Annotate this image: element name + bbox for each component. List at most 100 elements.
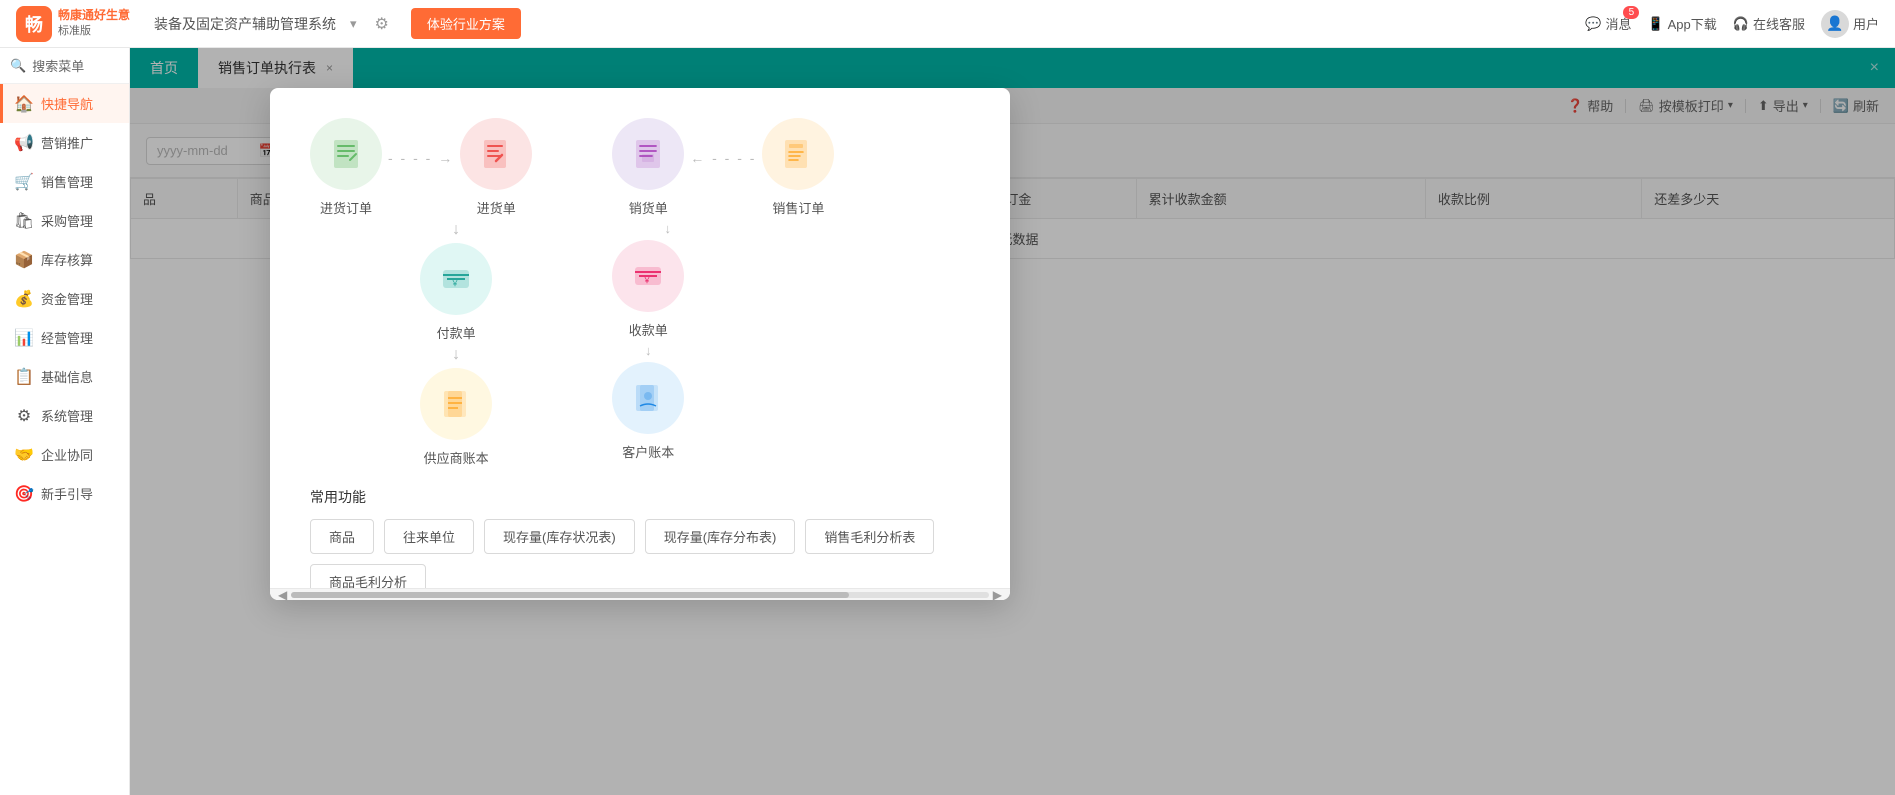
receipt-icon: ￥ [630, 258, 666, 294]
purchase-bill-circle [460, 118, 532, 190]
customer-account-circle [612, 362, 684, 434]
flow-row-2: 销货单 ← - - - - [612, 118, 834, 217]
purchase-icon: 🛍 [15, 212, 33, 230]
main-area: 🔍 搜索菜单 🏠 快捷导航 📢 营销推广 🛒 销售管理 🛍 采购管理 📦 [0, 48, 1895, 795]
sidebar-item-operation[interactable]: 📊 经营管理 [0, 318, 129, 357]
node-purchase-order[interactable]: 进货订单 [310, 118, 382, 217]
func-btn-product[interactable]: 商品 [310, 519, 374, 554]
popup-scrollbar[interactable]: ◀ ▶ [270, 588, 1010, 600]
sidebar: 🔍 搜索菜单 🏠 快捷导航 📢 营销推广 🛒 销售管理 🛍 采购管理 📦 [0, 48, 130, 795]
sidebar-search[interactable]: 🔍 搜索菜单 [0, 48, 129, 84]
purchase-order-label: 进货订单 [320, 198, 372, 217]
sidebar-item-label-newcomer: 新手引导 [41, 484, 93, 503]
operation-icon: 📊 [15, 329, 33, 347]
system-title: 装备及固定资产辅助管理系统 [154, 14, 336, 34]
dropdown-arrow-icon[interactable]: ▾ [350, 16, 357, 32]
sales-bill-icon [630, 136, 666, 172]
scrollbar-track[interactable] [291, 592, 989, 598]
payment-bill-circle: ￥ [420, 243, 492, 315]
sidebar-item-quick-nav[interactable]: 🏠 快捷导航 [0, 84, 129, 123]
online-service-label: 在线客服 [1753, 14, 1805, 33]
flow-diagram: 进货订单 - - - - → [310, 118, 970, 467]
app-container: 畅 畅康通好生意 标准版 装备及固定资产辅助管理系统 ▾ ⚙ 体验行业方案 💬 … [0, 0, 1895, 795]
flow-row-1: 进货订单 - - - - → [310, 118, 532, 217]
sidebar-item-basic-info[interactable]: 📋 基础信息 [0, 357, 129, 396]
payment-icon: ￥ [438, 261, 474, 297]
arrow-v-3: ↓ [452, 346, 460, 364]
purchase-bill-label: 进货单 [477, 198, 516, 217]
online-service-action[interactable]: 🎧 在线客服 [1733, 14, 1805, 33]
popup-content: 进货订单 - - - - → [270, 88, 1010, 588]
node-sales-order[interactable]: 销售订单 [762, 118, 834, 217]
func-btn-product-profit[interactable]: 商品毛利分析 [310, 564, 426, 588]
func-btn-stock-status[interactable]: 现存量(库存状况表) [484, 519, 635, 554]
message-badge: 5 [1623, 6, 1639, 19]
node-purchase-bill[interactable]: 进货单 [460, 118, 532, 217]
right-flow: 销货单 ← - - - - [612, 118, 834, 461]
customer-account-node: 客户账本 [612, 362, 684, 461]
supplier-account-label: 供应商账本 [424, 448, 489, 467]
arrow-v-4: ↓ [612, 343, 684, 358]
node-payment-bill[interactable]: ￥ 付款单 [420, 243, 492, 342]
message-action[interactable]: 💬 消息 5 [1585, 14, 1631, 33]
sidebar-item-inventory[interactable]: 📦 库存核算 [0, 240, 129, 279]
svg-text:￥: ￥ [643, 276, 651, 285]
scrollbar-thumb[interactable] [291, 592, 849, 598]
node-customer-account[interactable]: 客户账本 [612, 362, 684, 461]
sales-icon: 🛒 [15, 173, 33, 191]
func-buttons-row-1: 商品 往来单位 现存量(库存状况表) 现存量(库存分布表) 销售毛利分析表 商品… [310, 519, 970, 588]
app-download-action[interactable]: 📱 App下载 [1647, 14, 1716, 33]
user-action[interactable]: 👤 用户 [1821, 10, 1879, 38]
sidebar-item-sales[interactable]: 🛒 销售管理 [0, 162, 129, 201]
sidebar-item-label-quick-nav: 快捷导航 [41, 94, 93, 113]
trial-button[interactable]: 体验行业方案 [411, 8, 521, 39]
sidebar-item-label-purchase: 采购管理 [41, 211, 93, 230]
func-btn-partner[interactable]: 往来单位 [384, 519, 474, 554]
sidebar-item-enterprise[interactable]: 🤝 企业协同 [0, 435, 129, 474]
scrollbar-right-arrow[interactable]: ▶ [989, 588, 1006, 601]
marketing-icon: 📢 [15, 134, 33, 152]
sidebar-item-label-sales: 销售管理 [41, 172, 93, 191]
search-icon: 🔍 [10, 58, 26, 74]
sidebar-item-label-basic-info: 基础信息 [41, 367, 93, 386]
receipt-bill-label: 收款单 [629, 320, 668, 339]
funds-icon: 💰 [15, 290, 33, 308]
enterprise-icon: 🤝 [15, 446, 33, 464]
logo-area: 畅 畅康通好生意 标准版 [16, 6, 136, 42]
func-btn-sales-profit[interactable]: 销售毛利分析表 [805, 519, 934, 554]
logo-text: 畅康通好生意 标准版 [58, 7, 130, 39]
content-area: 首页 销售订单执行表 × × ❓ 帮助 🖨 按模板打印 [130, 48, 1895, 795]
sidebar-item-sys-mgmt[interactable]: ⚙ 系统管理 [0, 396, 129, 435]
sidebar-item-purchase[interactable]: 🛍 采购管理 [0, 201, 129, 240]
sys-icon: ⚙ [15, 407, 33, 425]
sidebar-item-label-sys-mgmt: 系统管理 [41, 406, 93, 425]
newcomer-icon: 🎯 [15, 485, 33, 503]
svg-text:￥: ￥ [451, 279, 459, 288]
payment-bill-node: ￥ 付款单 [420, 243, 492, 342]
sidebar-item-newcomer[interactable]: 🎯 新手引导 [0, 474, 129, 513]
func-btn-stock-dist[interactable]: 现存量(库存分布表) [645, 519, 796, 554]
payment-bill-label: 付款单 [437, 323, 476, 342]
brand-name: 畅康通好生意 [58, 7, 130, 24]
node-sales-bill[interactable]: 销货单 [612, 118, 684, 217]
popup-overlay: 进货订单 - - - - → [130, 48, 1895, 795]
purchase-order-circle [310, 118, 382, 190]
home-icon: 🏠 [15, 95, 33, 113]
arrow-h-1: - - - - → [388, 150, 454, 186]
left-flow: 进货订单 - - - - → [310, 118, 532, 467]
node-supplier-account[interactable]: 供应商账本 [420, 368, 492, 467]
scrollbar-left-arrow[interactable]: ◀ [274, 588, 291, 601]
sidebar-item-funds[interactable]: 💰 资金管理 [0, 279, 129, 318]
sidebar-item-label-marketing: 营销推广 [41, 133, 93, 152]
arrow-v-2: ↓ [612, 221, 723, 236]
node-receipt-bill[interactable]: ￥ 收款单 [612, 240, 684, 339]
user-name-label: 用户 [1853, 14, 1879, 33]
sidebar-item-label-inventory: 库存核算 [41, 250, 93, 269]
supplier-account-circle [420, 368, 492, 440]
settings-icon[interactable]: ⚙ [375, 14, 389, 34]
receipt-bill-circle: ￥ [612, 240, 684, 312]
basic-info-icon: 📋 [15, 368, 33, 386]
arrow-v-1: ↓ [452, 221, 460, 239]
logo-icon: 畅 [16, 6, 52, 42]
sidebar-item-marketing[interactable]: 📢 营销推广 [0, 123, 129, 162]
